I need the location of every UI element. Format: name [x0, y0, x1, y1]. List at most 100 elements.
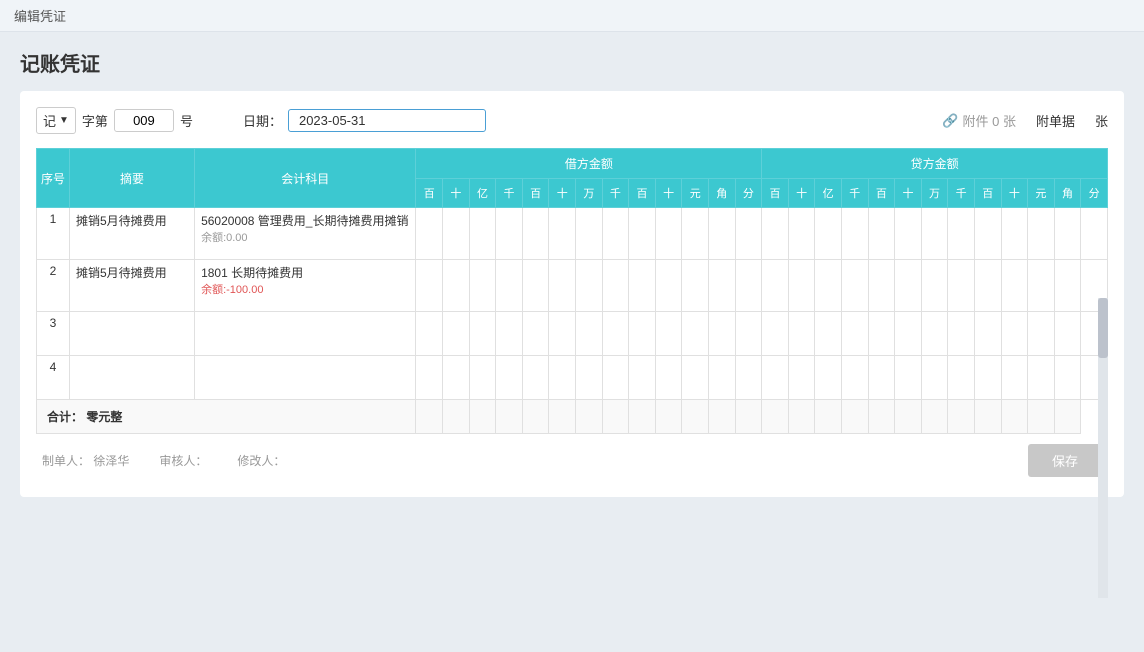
row-summary[interactable] — [70, 312, 195, 356]
credit-digit-cell[interactable] — [762, 312, 789, 356]
credit-digit-cell[interactable] — [788, 260, 815, 312]
credit-digit-cell[interactable] — [895, 208, 922, 260]
credit-digit-cell[interactable] — [868, 260, 895, 312]
attachment-link[interactable]: 🔗 附件 0 张 — [942, 111, 1016, 130]
credit-digit-cell[interactable] — [1028, 356, 1055, 400]
table-row[interactable]: 1摊销5月待摊费用56020008 管理费用_长期待摊费用摊销余额:0.00 — [37, 208, 1108, 260]
type-select[interactable]: 记 ▼ — [36, 107, 76, 134]
credit-digit-cell[interactable] — [762, 260, 789, 312]
debit-digit-cell[interactable] — [602, 356, 629, 400]
debit-digit-cell[interactable] — [629, 208, 656, 260]
voucher-number-input[interactable] — [114, 109, 174, 132]
debit-digit-cell[interactable] — [443, 356, 470, 400]
credit-digit-cell[interactable] — [1054, 260, 1081, 312]
row-subject[interactable] — [195, 356, 416, 400]
debit-digit-cell[interactable] — [682, 356, 709, 400]
credit-digit-cell[interactable] — [895, 312, 922, 356]
debit-digit-cell[interactable] — [522, 208, 549, 260]
credit-digit-cell[interactable] — [948, 356, 975, 400]
debit-digit-cell[interactable] — [629, 356, 656, 400]
debit-digit-cell[interactable] — [522, 312, 549, 356]
debit-digit-cell[interactable] — [655, 356, 682, 400]
credit-digit-cell[interactable] — [1001, 356, 1028, 400]
debit-digit-cell[interactable] — [416, 356, 443, 400]
debit-digit-cell[interactable] — [549, 260, 576, 312]
credit-digit-cell[interactable] — [1054, 208, 1081, 260]
debit-digit-cell[interactable] — [735, 260, 762, 312]
credit-digit-cell[interactable] — [1054, 356, 1081, 400]
table-row[interactable]: 2摊销5月待摊费用1801 长期待摊费用余额:-100.00 — [37, 260, 1108, 312]
debit-digit-cell[interactable] — [735, 312, 762, 356]
debit-digit-cell[interactable] — [443, 208, 470, 260]
scrollbar-thumb[interactable] — [1098, 298, 1108, 358]
credit-digit-cell[interactable] — [762, 356, 789, 400]
debit-digit-cell[interactable] — [709, 312, 736, 356]
single-link[interactable]: 附单据 — [1036, 111, 1075, 130]
debit-digit-cell[interactable] — [496, 312, 523, 356]
debit-digit-cell[interactable] — [735, 208, 762, 260]
credit-digit-cell[interactable] — [841, 208, 868, 260]
credit-digit-cell[interactable] — [788, 312, 815, 356]
debit-digit-cell[interactable] — [735, 356, 762, 400]
debit-digit-cell[interactable] — [629, 312, 656, 356]
debit-digit-cell[interactable] — [443, 260, 470, 312]
row-summary[interactable] — [70, 356, 195, 400]
credit-digit-cell[interactable] — [868, 356, 895, 400]
credit-digit-cell[interactable] — [921, 356, 948, 400]
debit-digit-cell[interactable] — [682, 208, 709, 260]
date-input[interactable] — [288, 109, 486, 132]
debit-digit-cell[interactable] — [416, 260, 443, 312]
debit-digit-cell[interactable] — [655, 312, 682, 356]
table-row[interactable]: 4 — [37, 356, 1108, 400]
debit-digit-cell[interactable] — [629, 260, 656, 312]
row-summary[interactable]: 摊销5月待摊费用 — [70, 260, 195, 312]
debit-digit-cell[interactable] — [602, 312, 629, 356]
credit-digit-cell[interactable] — [921, 260, 948, 312]
credit-digit-cell[interactable] — [1028, 260, 1055, 312]
debit-digit-cell[interactable] — [709, 260, 736, 312]
scrollbar[interactable] — [1098, 298, 1108, 598]
debit-digit-cell[interactable] — [576, 208, 603, 260]
credit-digit-cell[interactable] — [841, 356, 868, 400]
table-row[interactable]: 3 — [37, 312, 1108, 356]
debit-digit-cell[interactable] — [522, 260, 549, 312]
credit-digit-cell[interactable] — [1028, 208, 1055, 260]
credit-digit-cell[interactable] — [815, 312, 842, 356]
credit-digit-cell[interactable] — [948, 312, 975, 356]
debit-digit-cell[interactable] — [549, 356, 576, 400]
row-subject[interactable]: 1801 长期待摊费用余额:-100.00 — [195, 260, 416, 312]
credit-digit-cell[interactable] — [868, 312, 895, 356]
credit-digit-cell[interactable] — [1028, 312, 1055, 356]
debit-digit-cell[interactable] — [496, 356, 523, 400]
credit-digit-cell[interactable] — [815, 356, 842, 400]
credit-digit-cell[interactable] — [841, 312, 868, 356]
debit-digit-cell[interactable] — [576, 260, 603, 312]
row-subject[interactable] — [195, 312, 416, 356]
debit-digit-cell[interactable] — [549, 312, 576, 356]
credit-digit-cell[interactable] — [788, 208, 815, 260]
debit-digit-cell[interactable] — [576, 356, 603, 400]
debit-digit-cell[interactable] — [469, 356, 496, 400]
debit-digit-cell[interactable] — [549, 208, 576, 260]
row-subject[interactable]: 56020008 管理费用_长期待摊费用摊销余额:0.00 — [195, 208, 416, 260]
debit-digit-cell[interactable] — [709, 356, 736, 400]
credit-digit-cell[interactable] — [788, 356, 815, 400]
debit-digit-cell[interactable] — [416, 208, 443, 260]
debit-digit-cell[interactable] — [522, 356, 549, 400]
debit-digit-cell[interactable] — [682, 312, 709, 356]
credit-digit-cell[interactable] — [815, 208, 842, 260]
debit-digit-cell[interactable] — [709, 208, 736, 260]
credit-digit-cell[interactable] — [868, 208, 895, 260]
credit-digit-cell[interactable] — [974, 356, 1001, 400]
debit-digit-cell[interactable] — [602, 260, 629, 312]
credit-digit-cell[interactable] — [1081, 208, 1108, 260]
credit-digit-cell[interactable] — [948, 260, 975, 312]
credit-digit-cell[interactable] — [895, 356, 922, 400]
credit-digit-cell[interactable] — [974, 260, 1001, 312]
debit-digit-cell[interactable] — [496, 260, 523, 312]
debit-digit-cell[interactable] — [655, 260, 682, 312]
debit-digit-cell[interactable] — [496, 208, 523, 260]
debit-digit-cell[interactable] — [682, 260, 709, 312]
debit-digit-cell[interactable] — [469, 312, 496, 356]
credit-digit-cell[interactable] — [974, 312, 1001, 356]
